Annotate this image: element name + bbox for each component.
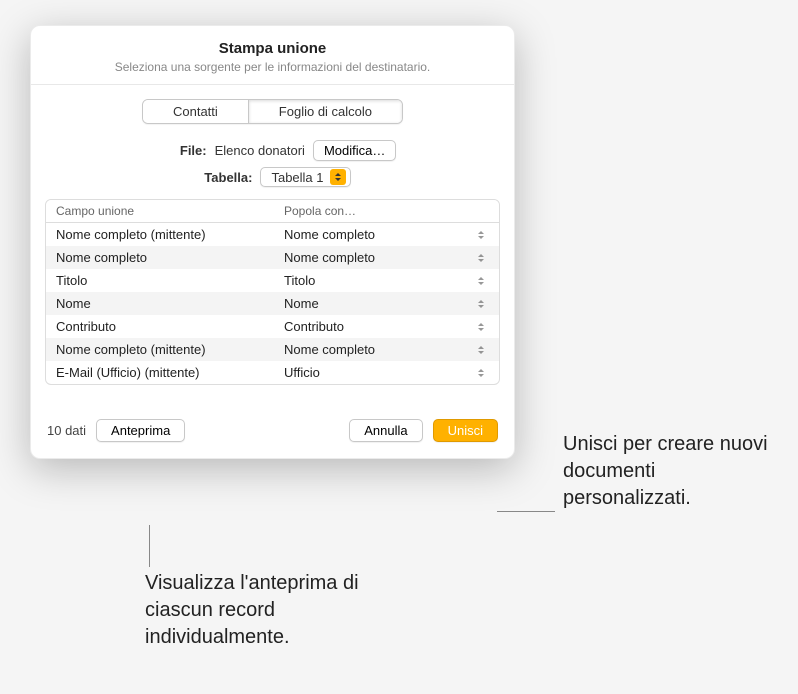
dialog-header: Stampa unione Seleziona una sorgente per… [31, 26, 514, 85]
chevron-updown-icon [475, 366, 487, 380]
dialog-subtitle: Seleziona una sorgente per le informazio… [51, 60, 494, 74]
merge-field-cell: Titolo [56, 273, 284, 288]
populate-value: Ufficio [284, 365, 320, 380]
table-row: Tabella: Tabella 1 [31, 167, 514, 187]
col-merge-field: Campo unione [56, 204, 284, 218]
callout-preview: Visualizza l'anteprima di ciascun record… [145, 570, 405, 651]
callout-line [149, 525, 150, 567]
table-row[interactable]: NomeNome [46, 292, 499, 315]
cancel-button[interactable]: Annulla [349, 419, 422, 442]
table-select[interactable]: Tabella 1 [260, 167, 350, 187]
table-row[interactable]: E-Mail (Ufficio) (mittente)Ufficio [46, 361, 499, 384]
merge-field-cell: Nome completo (mittente) [56, 342, 284, 357]
file-row: File: Elenco donatori Modifica… [31, 140, 514, 161]
source-segmented-control: Contatti Foglio di calcolo [31, 85, 514, 134]
table-label: Tabella: [194, 170, 252, 185]
table-body[interactable]: Nome completo (mittente)Nome completoNom… [46, 223, 499, 384]
table-header: Campo unione Popola con… [46, 200, 499, 223]
populate-cell[interactable]: Nome completo [284, 342, 489, 357]
callout-merge: Unisci per creare nuovi documenti person… [563, 431, 783, 512]
merge-field-cell: Nome completo [56, 250, 284, 265]
chevron-updown-icon [475, 297, 487, 311]
merge-field-cell: Nome completo (mittente) [56, 227, 284, 242]
tab-spreadsheet[interactable]: Foglio di calcolo [248, 100, 402, 123]
chevron-updown-icon [330, 169, 346, 185]
dialog-footer: 10 dati Anteprima Annulla Unisci [31, 389, 514, 458]
chevron-updown-icon [475, 228, 487, 242]
table-row[interactable]: TitoloTitolo [46, 269, 499, 292]
table-row[interactable]: Nome completoNome completo [46, 246, 499, 269]
populate-value: Nome completo [284, 342, 375, 357]
populate-cell[interactable]: Ufficio [284, 365, 489, 380]
field-mapping-table: Campo unione Popola con… Nome completo (… [45, 199, 500, 385]
populate-value: Nome [284, 296, 319, 311]
chevron-updown-icon [475, 343, 487, 357]
dialog-title: Stampa unione [51, 40, 494, 57]
table-row[interactable]: Nome completo (mittente)Nome completo [46, 223, 499, 246]
table-select-value: Tabella 1 [271, 170, 323, 185]
populate-value: Contributo [284, 319, 344, 334]
merge-field-cell: Contributo [56, 319, 284, 334]
populate-cell[interactable]: Titolo [284, 273, 489, 288]
mail-merge-dialog: Stampa unione Seleziona una sorgente per… [30, 25, 515, 459]
populate-cell[interactable]: Nome [284, 296, 489, 311]
preview-button[interactable]: Anteprima [96, 419, 185, 442]
populate-cell[interactable]: Contributo [284, 319, 489, 334]
record-count: 10 dati [47, 423, 86, 438]
table-row[interactable]: ContributoContributo [46, 315, 499, 338]
table-row[interactable]: Nome completo (mittente)Nome completo [46, 338, 499, 361]
tab-contacts[interactable]: Contatti [143, 100, 248, 123]
chevron-updown-icon [475, 320, 487, 334]
chevron-updown-icon [475, 274, 487, 288]
chevron-updown-icon [475, 251, 487, 265]
merge-field-cell: E-Mail (Ufficio) (mittente) [56, 365, 284, 380]
file-value: Elenco donatori [215, 143, 305, 158]
populate-cell[interactable]: Nome completo [284, 227, 489, 242]
file-label: File: [149, 143, 207, 158]
col-populate-with: Popola con… [284, 204, 489, 218]
populate-value: Nome completo [284, 227, 375, 242]
merge-field-cell: Nome [56, 296, 284, 311]
populate-cell[interactable]: Nome completo [284, 250, 489, 265]
callout-line [497, 511, 555, 512]
populate-value: Titolo [284, 273, 315, 288]
merge-button[interactable]: Unisci [433, 419, 498, 442]
modify-file-button[interactable]: Modifica… [313, 140, 396, 161]
populate-value: Nome completo [284, 250, 375, 265]
